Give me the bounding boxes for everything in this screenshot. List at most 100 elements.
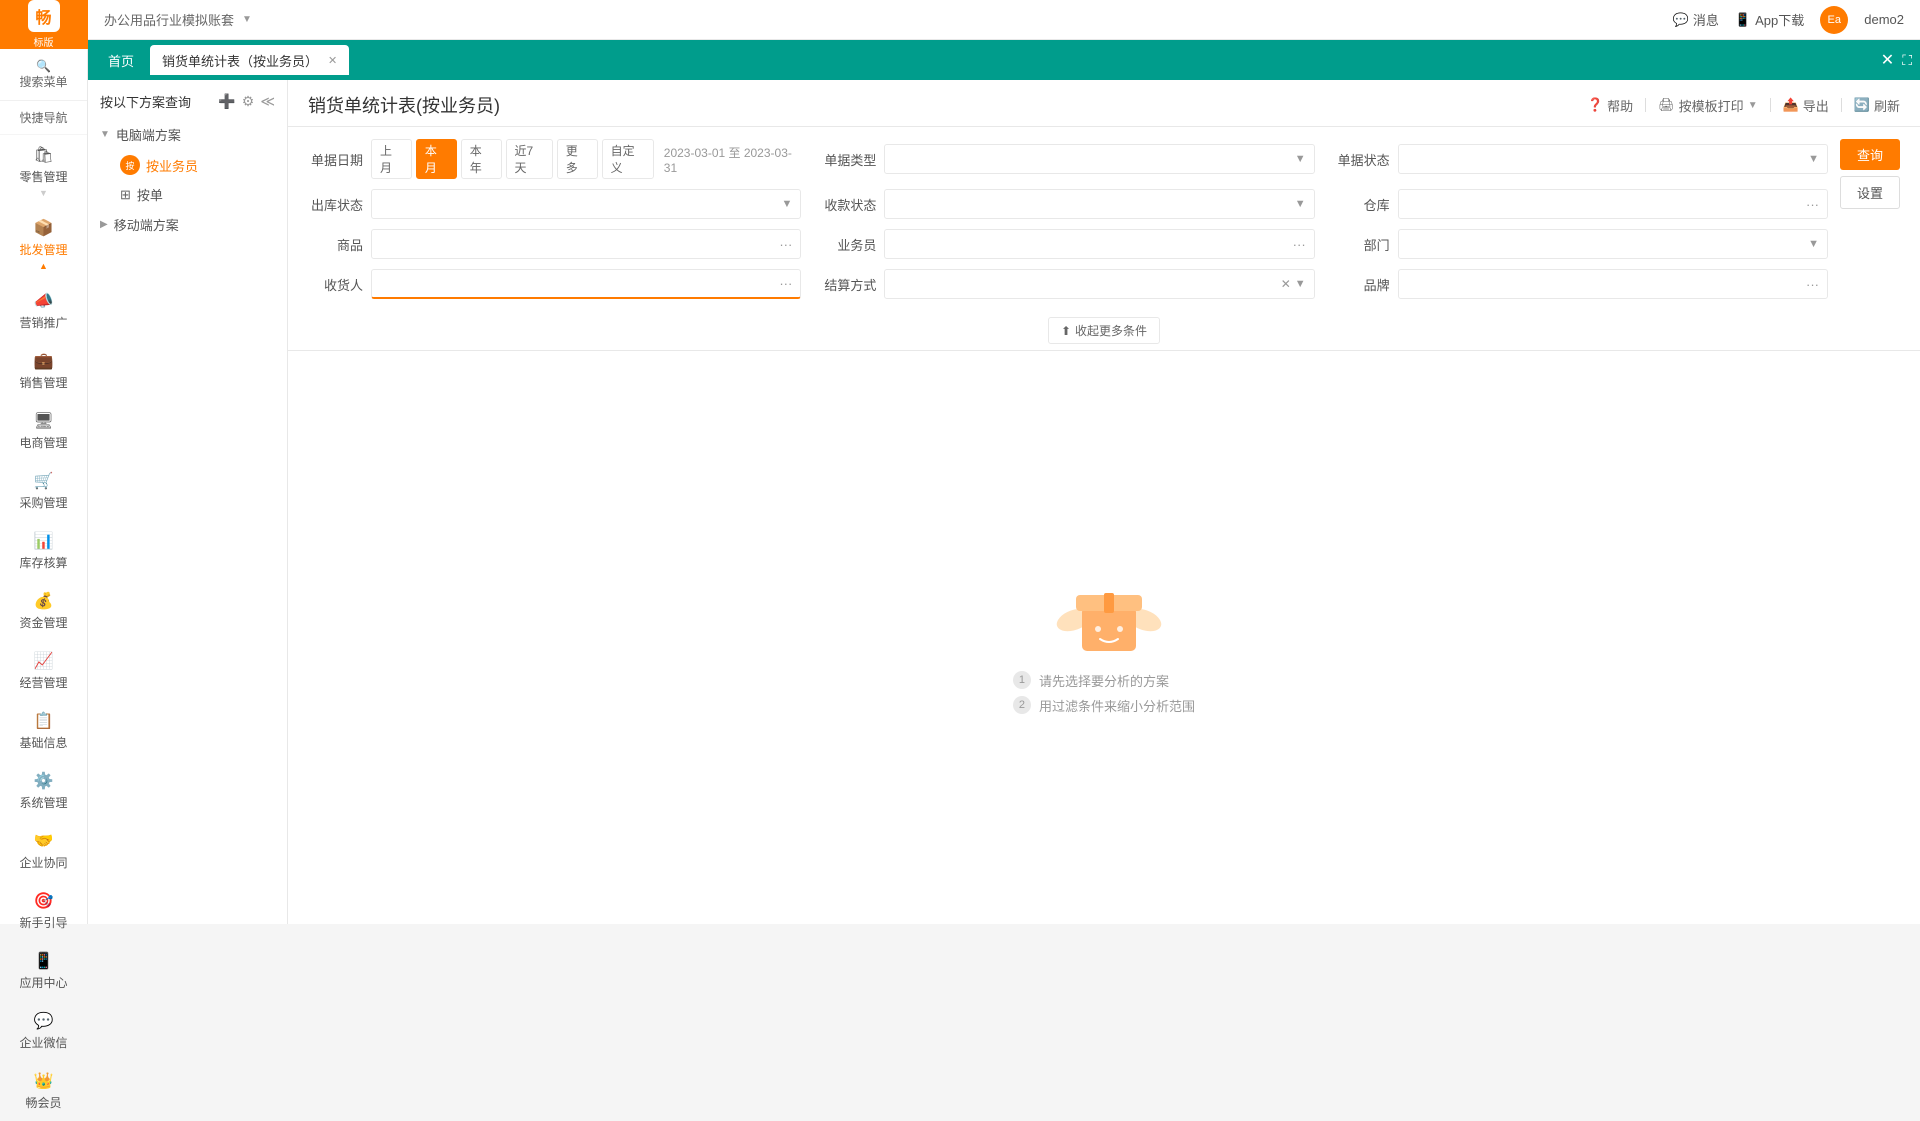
help-btn[interactable]: ❓ 帮助: [1587, 96, 1633, 115]
date-tab-this-year[interactable]: 本年: [461, 139, 502, 179]
doc-type-control[interactable]: ▼: [884, 144, 1314, 174]
filter-brand: 品牌 ···: [1335, 269, 1828, 299]
export-icon: 📤: [1783, 97, 1799, 113]
topbar-left: 办公用品行业模拟账套 ▼: [104, 10, 252, 29]
export-btn[interactable]: 📤 导出: [1783, 96, 1829, 115]
sidebar-item-finance[interactable]: 💰 资金管理: [0, 581, 87, 641]
add-scheme-icon[interactable]: ➕: [218, 93, 235, 110]
topbar-right: 💬 消息 📱 App下载 Ea demo2: [1673, 6, 1904, 34]
sidebar-search[interactable]: 🔍 搜索菜单: [0, 49, 87, 101]
warehouse-control[interactable]: ···: [1398, 189, 1828, 219]
date-tab-more[interactable]: 更多: [557, 139, 598, 179]
user-avatar[interactable]: Ea: [1820, 6, 1848, 34]
tree-sub-desktop: 按 按业务员 ⊞ 按单: [88, 150, 287, 209]
sidebar-item-apps[interactable]: 📱 应用中心: [0, 941, 87, 1001]
tabbar: 首页 销货单统计表（按业务员） ✕ ✕ ⛶: [88, 40, 1920, 80]
tree-item-by-salesperson[interactable]: 按 按业务员: [108, 150, 287, 180]
print-dropdown-icon[interactable]: ▼: [1748, 100, 1758, 111]
dept-arrow-icon: ▼: [1808, 238, 1819, 250]
tree-item-by-order[interactable]: ⊞ 按单: [108, 180, 287, 209]
sidebar-item-member[interactable]: 👑 畅会员: [0, 1061, 87, 1121]
sidebar-item-corp-wechat[interactable]: 💬 企业微信: [0, 1001, 87, 1061]
empty-state: 1 请先选择要分析的方案 2 用过滤条件来缩小分析范围: [288, 351, 1920, 924]
tree-arrow-desktop: ▼: [100, 129, 110, 140]
warehouse-label: 仓库: [1335, 195, 1390, 214]
salesperson-label: 业务员: [821, 235, 876, 254]
date-tab-this-month[interactable]: 本月: [416, 139, 457, 179]
sidebar-item-system[interactable]: ⚙️ 系统管理: [0, 761, 87, 821]
action-divider-3: [1841, 98, 1842, 112]
sidebar-item-retail[interactable]: 🛍 零售管理 ▼: [0, 135, 87, 208]
action-divider-1: [1645, 98, 1646, 112]
sidebar-item-wholesale[interactable]: 📦 批发管理 ▲: [0, 208, 87, 281]
sidebar-item-ecom[interactable]: 🖥 电商管理: [0, 401, 87, 461]
brand-label: 品牌: [1335, 275, 1390, 294]
tab-maximize-icon[interactable]: ⛶: [1902, 52, 1912, 69]
sidebar-item-operation[interactable]: 📈 经营管理: [0, 641, 87, 701]
filter-receiver: 收货人 ···: [308, 269, 801, 299]
message-btn[interactable]: 💬 消息: [1673, 10, 1719, 29]
sidebar-logo[interactable]: 畅 标版: [0, 0, 88, 49]
tab-sales-stat[interactable]: 销货单统计表（按业务员） ✕: [150, 45, 349, 75]
salesperson-control[interactable]: ···: [884, 229, 1314, 259]
settings-scheme-icon[interactable]: ⚙: [242, 93, 255, 110]
settle-clear-icon[interactable]: ✕: [1281, 277, 1291, 291]
sidebar-item-sales[interactable]: 💼 销售管理: [0, 341, 87, 401]
tab-home[interactable]: 首页: [96, 45, 146, 75]
dept-control[interactable]: ▼: [1398, 229, 1828, 259]
date-tab-last7days[interactable]: 近7天: [506, 139, 553, 179]
industry-dropdown-icon[interactable]: ▼: [242, 14, 252, 25]
tab-close-icon[interactable]: ✕: [328, 54, 337, 67]
collect-status-control[interactable]: ▼: [884, 189, 1314, 219]
query-btn[interactable]: 查询: [1840, 139, 1900, 170]
sidebar: 畅 标版 🔍 搜索菜单 快捷导航 🛍 零售管理 ▼ 📦 批发管理 ▲ 📣 营销推…: [0, 0, 88, 924]
print-btn[interactable]: 🖨 按模板打印 ▼: [1658, 96, 1757, 115]
date-filter-control: 上月 本月 本年 近7天 更多 自定义 2023-03-01 至 2023-03…: [371, 139, 801, 179]
left-panel-actions: ➕ ⚙ ≪: [218, 93, 275, 110]
collapse-panel-icon[interactable]: ≪: [260, 93, 275, 110]
receiver-label: 收货人: [308, 275, 363, 294]
receiver-control[interactable]: ···: [371, 269, 801, 299]
sidebar-item-newbie[interactable]: 🎯 新手引导: [0, 881, 87, 941]
empty-illustration: [1054, 555, 1154, 655]
right-panel: 销货单统计表(按业务员) ❓ 帮助 🖨 按模板打印 ▼ 📤: [288, 80, 1920, 924]
out-status-control[interactable]: ▼: [371, 189, 801, 219]
user-name: demo2: [1864, 12, 1904, 27]
collect-status-arrow-icon: ▼: [1295, 198, 1306, 210]
settle-control[interactable]: ✕ ▼: [884, 269, 1314, 299]
collapse-btn[interactable]: ⬆ 收起更多条件: [1048, 317, 1160, 344]
print-icon: 🖨: [1658, 97, 1675, 113]
tab-close-window-icon[interactable]: ✕: [1881, 50, 1894, 70]
sidebar-item-purchase[interactable]: 🛒 采购管理: [0, 461, 87, 521]
date-tab-custom[interactable]: 自定义: [602, 139, 654, 179]
tree-desktop-scheme[interactable]: ▼ 电脑端方案: [88, 119, 287, 150]
page-header: 销货单统计表(按业务员) ❓ 帮助 🖨 按模板打印 ▼ 📤: [288, 80, 1920, 127]
brand-control[interactable]: ···: [1398, 269, 1828, 299]
filter-doc-status: 单据状态 ▼: [1335, 144, 1828, 174]
sidebar-item-basic[interactable]: 📋 基础信息: [0, 701, 87, 761]
salesperson-dots-icon: ···: [1293, 237, 1306, 252]
sidebar-item-marketing[interactable]: 📣 营销推广: [0, 281, 87, 341]
tree-mobile-label: 移动端方案: [114, 215, 179, 234]
doc-status-control[interactable]: ▼: [1398, 144, 1828, 174]
tree-mobile-scheme[interactable]: ▶ 移动端方案: [88, 209, 287, 240]
refresh-btn[interactable]: 🔄 刷新: [1854, 96, 1900, 115]
date-tab-last-month[interactable]: 上月: [371, 139, 412, 179]
goods-control[interactable]: ···: [371, 229, 801, 259]
sidebar-item-corp[interactable]: 🤝 企业协同: [0, 821, 87, 881]
filter-goods: 商品 ···: [308, 229, 801, 259]
filter-collect-status: 收款状态 ▼: [821, 189, 1314, 219]
collapse-icon: ⬆: [1061, 324, 1071, 338]
collapse-row: ⬆ 收起更多条件: [288, 311, 1920, 350]
sidebar-quick-nav[interactable]: 快捷导航: [0, 101, 87, 135]
filter-row-2: 出库状态 ▼ 收款状态: [308, 189, 1828, 219]
dept-label: 部门: [1335, 235, 1390, 254]
app-download-btn[interactable]: 📱 App下载: [1735, 10, 1804, 29]
filter-row-1-wrapper: 单据日期 上月 本月 本年 近7天 更多 自定义: [308, 139, 1900, 299]
sidebar-item-inventory[interactable]: 📊 库存核算: [0, 521, 87, 581]
filter-dept: 部门 ▼: [1335, 229, 1828, 259]
filter-area: 单据日期 上月 本月 本年 近7天 更多 自定义: [288, 127, 1920, 311]
hint-num-2: 2: [1013, 696, 1031, 714]
settings-btn[interactable]: 设置: [1840, 176, 1900, 209]
left-panel-title: 按以下方案查询: [100, 92, 191, 111]
